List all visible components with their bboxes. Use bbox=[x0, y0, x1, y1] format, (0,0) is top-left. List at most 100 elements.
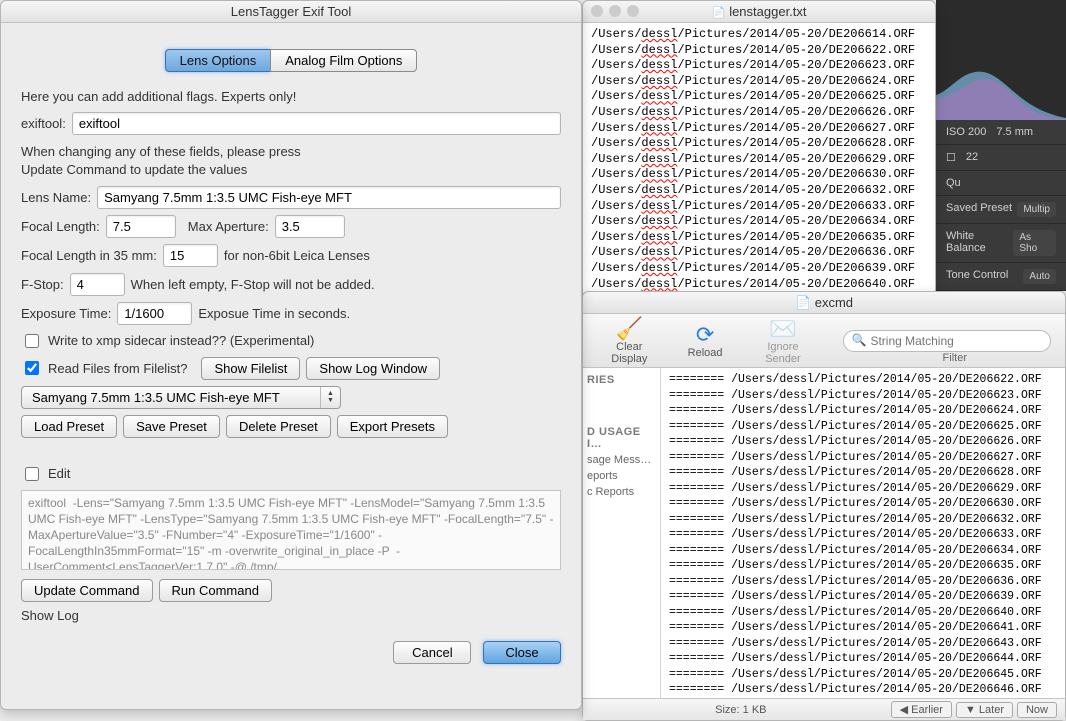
editor-line: /Users/dessl/Pictures/2014/05-20/DE20662… bbox=[591, 136, 927, 152]
max-aperture-input[interactable] bbox=[275, 215, 345, 238]
editor-line: /Users/dessl/Pictures/2014/05-20/DE20663… bbox=[591, 214, 927, 230]
console-window: 📄 excmd 🧹 Clear Display ⟳ Reload ✉️ Igno… bbox=[582, 291, 1066, 721]
command-textarea[interactable]: exiftool -Lens="Samyang 7.5mm 1:3.5 UMC … bbox=[21, 490, 561, 570]
fstop-input[interactable] bbox=[70, 273, 125, 296]
focal-length-label: Focal Length: bbox=[21, 219, 100, 234]
editor-line: /Users/dessl/Pictures/2014/05-20/DE20663… bbox=[591, 261, 927, 277]
exiftool-input[interactable] bbox=[72, 112, 561, 135]
text-editor-window: lenstagger.txt /Users/dessl/Pictures/201… bbox=[582, 0, 936, 299]
log-line: ======== /Users/dessl/Pictures/2014/05-2… bbox=[669, 465, 1057, 481]
console-statusbar: Size: 1 KB ◀ Earlier ▼ Later Now bbox=[583, 698, 1065, 720]
log-line: ======== /Users/dessl/Pictures/2014/05-2… bbox=[669, 558, 1057, 574]
wb-row[interactable]: White BalanceAs Sho bbox=[936, 224, 1066, 263]
editor-line: /Users/dessl/Pictures/2014/05-20/DE20663… bbox=[591, 183, 927, 199]
read-filelist-checkbox[interactable] bbox=[25, 361, 39, 375]
editor-line: /Users/dessl/Pictures/2014/05-20/DE20663… bbox=[591, 230, 927, 246]
sidebar-item[interactable]: c Reports bbox=[583, 484, 660, 500]
load-preset-button[interactable]: Load Preset bbox=[21, 415, 117, 438]
lens-name-input[interactable] bbox=[97, 186, 561, 209]
log-line: ======== /Users/dessl/Pictures/2014/05-2… bbox=[669, 589, 1057, 605]
editor-line: /Users/dessl/Pictures/2014/05-20/DE20662… bbox=[591, 58, 927, 74]
exposure-input[interactable] bbox=[117, 302, 192, 325]
document-icon bbox=[711, 4, 729, 19]
editor-line: /Users/dessl/Pictures/2014/05-20/DE20662… bbox=[591, 121, 927, 137]
envelope-icon: ✉️ bbox=[749, 317, 818, 341]
log-line: ======== /Users/dessl/Pictures/2014/05-2… bbox=[669, 620, 1057, 636]
search-input[interactable] bbox=[843, 330, 1051, 352]
focal-length-input[interactable] bbox=[106, 215, 176, 238]
edit-label: Edit bbox=[48, 466, 70, 481]
document-icon: 📄 bbox=[795, 295, 815, 310]
edit-checkbox[interactable] bbox=[25, 467, 39, 481]
log-line: ======== /Users/dessl/Pictures/2014/05-2… bbox=[669, 605, 1057, 621]
reload-icon: ⟳ bbox=[688, 323, 723, 347]
log-line: ======== /Users/dessl/Pictures/2014/05-2… bbox=[669, 667, 1057, 683]
filter-label: Filter bbox=[943, 352, 967, 364]
tone-row[interactable]: Tone ControlAuto bbox=[936, 263, 1066, 291]
sidebar-heading: D USAGE I… bbox=[583, 420, 660, 452]
preset-select[interactable]: Samyang 7.5mm 1:3.5 UMC Fish-eye MFT ▲▼ bbox=[21, 386, 341, 409]
tab-analog-options[interactable]: Analog Film Options bbox=[270, 49, 417, 72]
editor-line: /Users/dessl/Pictures/2014/05-20/DE20663… bbox=[591, 245, 927, 261]
dialog-titlebar[interactable]: LensTagger Exif Tool bbox=[1, 1, 581, 23]
lenstagger-dialog: LensTagger Exif Tool Lens OptionsAnalog … bbox=[0, 0, 582, 710]
search-icon: 🔍 bbox=[851, 333, 866, 347]
show-filelist-button[interactable]: Show Filelist bbox=[201, 357, 300, 380]
search-field[interactable]: 🔍 bbox=[843, 330, 1051, 352]
editor-line: /Users/dessl/Pictures/2014/05-20/DE20662… bbox=[591, 74, 927, 90]
show-logwindow-button[interactable]: Show Log Window bbox=[306, 357, 440, 380]
sidebar-heading: RIES bbox=[583, 368, 660, 388]
log-line: ======== /Users/dessl/Pictures/2014/05-2… bbox=[669, 388, 1057, 404]
export-presets-button[interactable]: Export Presets bbox=[337, 415, 448, 438]
console-toolbar: 🧹 Clear Display ⟳ Reload ✉️ Ignore Sende… bbox=[583, 314, 1065, 368]
log-line: ======== /Users/dessl/Pictures/2014/05-2… bbox=[669, 543, 1057, 559]
update-command-button[interactable]: Update Command bbox=[21, 579, 153, 602]
dialog-title: LensTagger Exif Tool bbox=[231, 4, 351, 19]
editor-line: /Users/dessl/Pictures/2014/05-20/DE20664… bbox=[591, 277, 927, 293]
focal35-input[interactable] bbox=[163, 244, 218, 267]
sidebar-item[interactable]: sage Mess… bbox=[583, 452, 660, 468]
log-line: ======== /Users/dessl/Pictures/2014/05-2… bbox=[669, 527, 1057, 543]
show-log-link[interactable]: Show Log bbox=[21, 608, 561, 623]
sidebar-item[interactable]: eports bbox=[583, 468, 660, 484]
focal35-label: Focal Length in 35 mm: bbox=[21, 248, 157, 263]
tab-bar: Lens OptionsAnalog Film Options bbox=[21, 49, 561, 72]
fstop-label: F-Stop: bbox=[21, 277, 64, 292]
write-xmp-checkbox[interactable] bbox=[25, 334, 39, 348]
editor-line: /Users/dessl/Pictures/2014/05-20/DE20661… bbox=[591, 27, 927, 43]
fstop-suffix: When left empty, F-Stop will not be adde… bbox=[131, 277, 375, 292]
log-line: ======== /Users/dessl/Pictures/2014/05-2… bbox=[669, 682, 1057, 698]
ignore-sender-button[interactable]: ✉️ Ignore Sender bbox=[749, 317, 818, 365]
text-editor-titlebar[interactable]: lenstagger.txt bbox=[583, 1, 935, 23]
histogram-info2: ☐22 bbox=[936, 145, 1066, 171]
change-note: When changing any of these fields, pleas… bbox=[21, 143, 561, 179]
histogram bbox=[936, 0, 1066, 120]
window-controls[interactable] bbox=[591, 5, 639, 17]
log-line: ======== /Users/dessl/Pictures/2014/05-2… bbox=[669, 651, 1057, 667]
save-preset-button[interactable]: Save Preset bbox=[123, 415, 220, 438]
cancel-button[interactable]: Cancel bbox=[393, 641, 471, 664]
log-line: ======== /Users/dessl/Pictures/2014/05-2… bbox=[669, 450, 1057, 466]
clear-display-button[interactable]: 🧹 Clear Display bbox=[597, 317, 662, 365]
clear-icon: 🧹 bbox=[597, 317, 662, 341]
saved-preset-row[interactable]: Saved PresetMultip bbox=[936, 196, 1066, 224]
delete-preset-button[interactable]: Delete Preset bbox=[226, 415, 331, 438]
console-body: RIES D USAGE I… sage Mess…eportsc Report… bbox=[583, 368, 1065, 698]
max-aperture-label: Max Aperture: bbox=[188, 219, 269, 234]
log-line: ======== /Users/dessl/Pictures/2014/05-2… bbox=[669, 419, 1057, 435]
console-titlebar[interactable]: 📄 excmd bbox=[583, 292, 1065, 314]
run-command-button[interactable]: Run Command bbox=[159, 579, 272, 602]
log-line: ======== /Users/dessl/Pictures/2014/05-2… bbox=[669, 372, 1057, 388]
reload-button[interactable]: ⟳ Reload bbox=[688, 323, 723, 359]
editor-line: /Users/dessl/Pictures/2014/05-20/DE20662… bbox=[591, 105, 927, 121]
lightroom-panel: ISO 200 7.5 mm ☐22 Qu Saved PresetMultip… bbox=[936, 0, 1066, 290]
text-editor-content[interactable]: /Users/dessl/Pictures/2014/05-20/DE20661… bbox=[583, 23, 935, 298]
console-sidebar[interactable]: RIES D USAGE I… sage Mess…eportsc Report… bbox=[583, 368, 661, 698]
editor-line: /Users/dessl/Pictures/2014/05-20/DE20662… bbox=[591, 89, 927, 105]
focal35-suffix: for non-6bit Leica Lenses bbox=[224, 248, 370, 263]
log-line: ======== /Users/dessl/Pictures/2014/05-2… bbox=[669, 496, 1057, 512]
tab-lens-options[interactable]: Lens Options bbox=[165, 49, 271, 72]
log-output[interactable]: ======== /Users/dessl/Pictures/2014/05-2… bbox=[661, 368, 1065, 698]
exposure-suffix: Exposue Time in seconds. bbox=[198, 306, 350, 321]
close-button[interactable]: Close bbox=[483, 641, 561, 664]
